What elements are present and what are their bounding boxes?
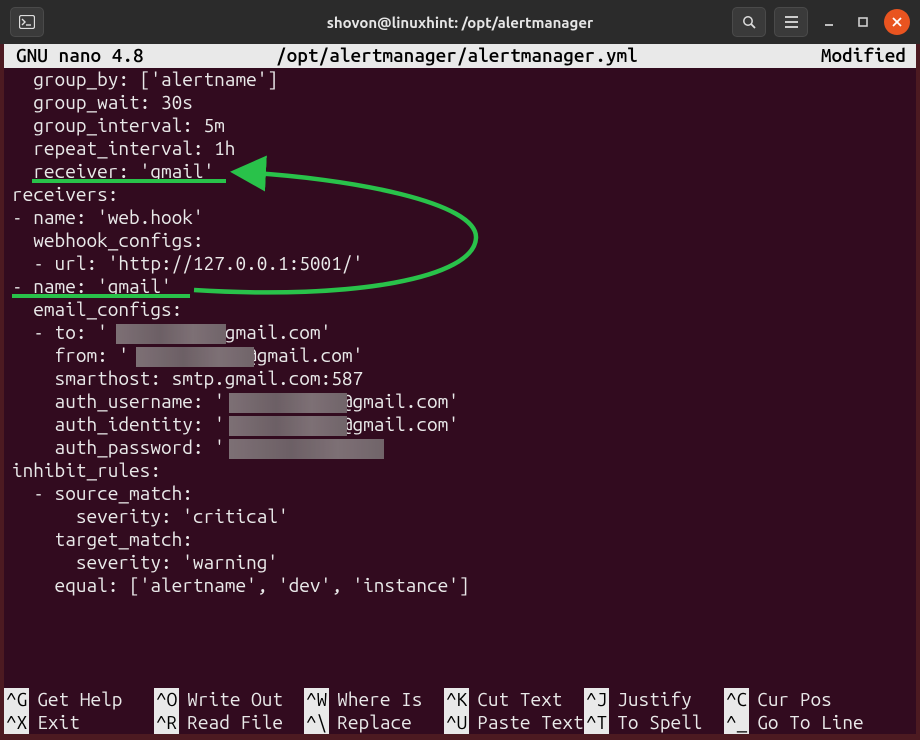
nano-shortcut-key: ^R	[154, 711, 179, 734]
hamburger-icon	[784, 16, 799, 28]
nano-shortcut: ^UPaste Text	[444, 711, 584, 734]
redaction-box	[229, 393, 347, 413]
nano-shortcut: ^CCur Pos	[724, 688, 864, 711]
file-line: repeat_interval: 1h	[4, 137, 916, 160]
nano-shortcut: ^XExit	[4, 711, 154, 734]
nano-shortcut: ^GGet Help	[4, 688, 154, 711]
nano-shortcut-key: ^O	[154, 688, 179, 711]
terminal-icon	[19, 15, 35, 29]
file-line: group_interval: 5m	[4, 114, 916, 137]
file-line: auth_username: ' @gmail.com'	[4, 390, 916, 413]
file-line: group_wait: 30s	[4, 91, 916, 114]
nano-shortcut-key: ^K	[444, 688, 469, 711]
nano-shortcut: ^_Go To Line	[724, 711, 864, 734]
nano-shortcut: ^WWhere Is	[304, 688, 444, 711]
file-line: inhibit_rules:	[4, 459, 916, 482]
close-icon	[891, 16, 903, 28]
nano-shortcut-label: Exit	[29, 711, 80, 734]
file-line: webhook_configs:	[4, 229, 916, 252]
nano-shortcut-label: Write Out	[179, 688, 283, 711]
menu-button[interactable]	[774, 7, 808, 37]
nano-shortcut-key: ^T	[584, 711, 609, 734]
file-line: - source_match:	[4, 482, 916, 505]
nano-shortcut-key: ^J	[584, 688, 609, 711]
nano-shortcut-label: Read File	[179, 711, 283, 734]
redaction-box	[136, 347, 254, 367]
nano-shortcut-key: ^\	[304, 711, 329, 734]
file-line: severity: 'warning'	[4, 551, 916, 574]
file-line: equal: ['alertname', 'dev', 'instance']	[4, 574, 916, 597]
nano-shortcut-label: To Spell	[609, 711, 702, 734]
window-titlebar: shovon@linuxhint: /opt/alertmanager	[0, 0, 920, 44]
file-line: - name: 'web.hook'	[4, 206, 916, 229]
nano-shortcut-label: Cur Pos	[749, 688, 831, 711]
close-button[interactable]	[884, 9, 910, 35]
file-line: smarthost: smtp.gmail.com:587	[4, 367, 916, 390]
nano-shortcut-key: ^_	[724, 711, 749, 734]
minimize-icon	[823, 16, 835, 28]
search-button[interactable]	[732, 7, 766, 37]
nano-shortcut: ^RRead File	[154, 711, 304, 734]
nano-shortcut-key: ^U	[444, 711, 469, 734]
nano-shortcut-label: Cut Text	[469, 688, 562, 711]
file-line: severity: 'critical'	[4, 505, 916, 528]
nano-shortcut-key: ^X	[4, 711, 29, 734]
nano-modified: Modified	[821, 44, 916, 68]
file-line: receivers:	[4, 183, 916, 206]
nano-shortcut-label: Go To Line	[749, 711, 863, 734]
nano-shortcut-key: ^G	[4, 688, 29, 711]
nano-shortcut: ^JJustify	[584, 688, 724, 711]
file-line: auth_password: ' '	[4, 436, 916, 459]
file-line: group_by: ['alertname']	[4, 68, 916, 91]
terminal[interactable]: GNU nano 4.8 /opt/alertmanager/alertmana…	[4, 44, 916, 734]
annotation-underline	[32, 179, 226, 183]
nano-shortcut: ^KCut Text	[444, 688, 584, 711]
file-line: target_match:	[4, 528, 916, 551]
nano-shortcut-label: Where Is	[329, 688, 422, 711]
maximize-button[interactable]	[850, 9, 876, 35]
nano-shortcut: ^TTo Spell	[584, 711, 724, 734]
nano-shortcut-label: Get Help	[29, 688, 122, 711]
file-line: - url: 'http://127.0.0.1:5001/'	[4, 252, 916, 275]
nano-text-area[interactable]: group_by: ['alertname'] group_wait: 30s …	[4, 68, 916, 597]
maximize-icon	[857, 16, 869, 28]
file-line: email_configs:	[4, 298, 916, 321]
nano-header-bar: GNU nano 4.8 /opt/alertmanager/alertmana…	[4, 44, 916, 68]
nano-file-path: /opt/alertmanager/alertmanager.yml	[276, 44, 821, 68]
minimize-button[interactable]	[816, 9, 842, 35]
nano-shortcut-label: Justify	[609, 688, 691, 711]
nano-shortcut-key: ^W	[304, 688, 329, 711]
nano-app-name: GNU nano 4.8	[16, 44, 276, 68]
nano-shortcut-bar: ^GGet Help^OWrite Out^WWhere Is^KCut Tex…	[4, 688, 916, 734]
new-terminal-button[interactable]	[10, 7, 44, 37]
redaction-box	[229, 439, 384, 459]
nano-shortcut-label: Replace	[329, 711, 411, 734]
nano-shortcut: ^OWrite Out	[154, 688, 304, 711]
search-icon	[742, 15, 757, 30]
nano-shortcut: ^\Replace	[304, 711, 444, 734]
annotation-underline	[12, 294, 190, 298]
nano-shortcut-label: Paste Text	[469, 711, 583, 734]
redaction-box	[116, 324, 226, 344]
nano-shortcut-key: ^C	[724, 688, 749, 711]
redaction-box	[229, 416, 347, 436]
file-line: auth_identity: ' @gmail.com'	[4, 413, 916, 436]
